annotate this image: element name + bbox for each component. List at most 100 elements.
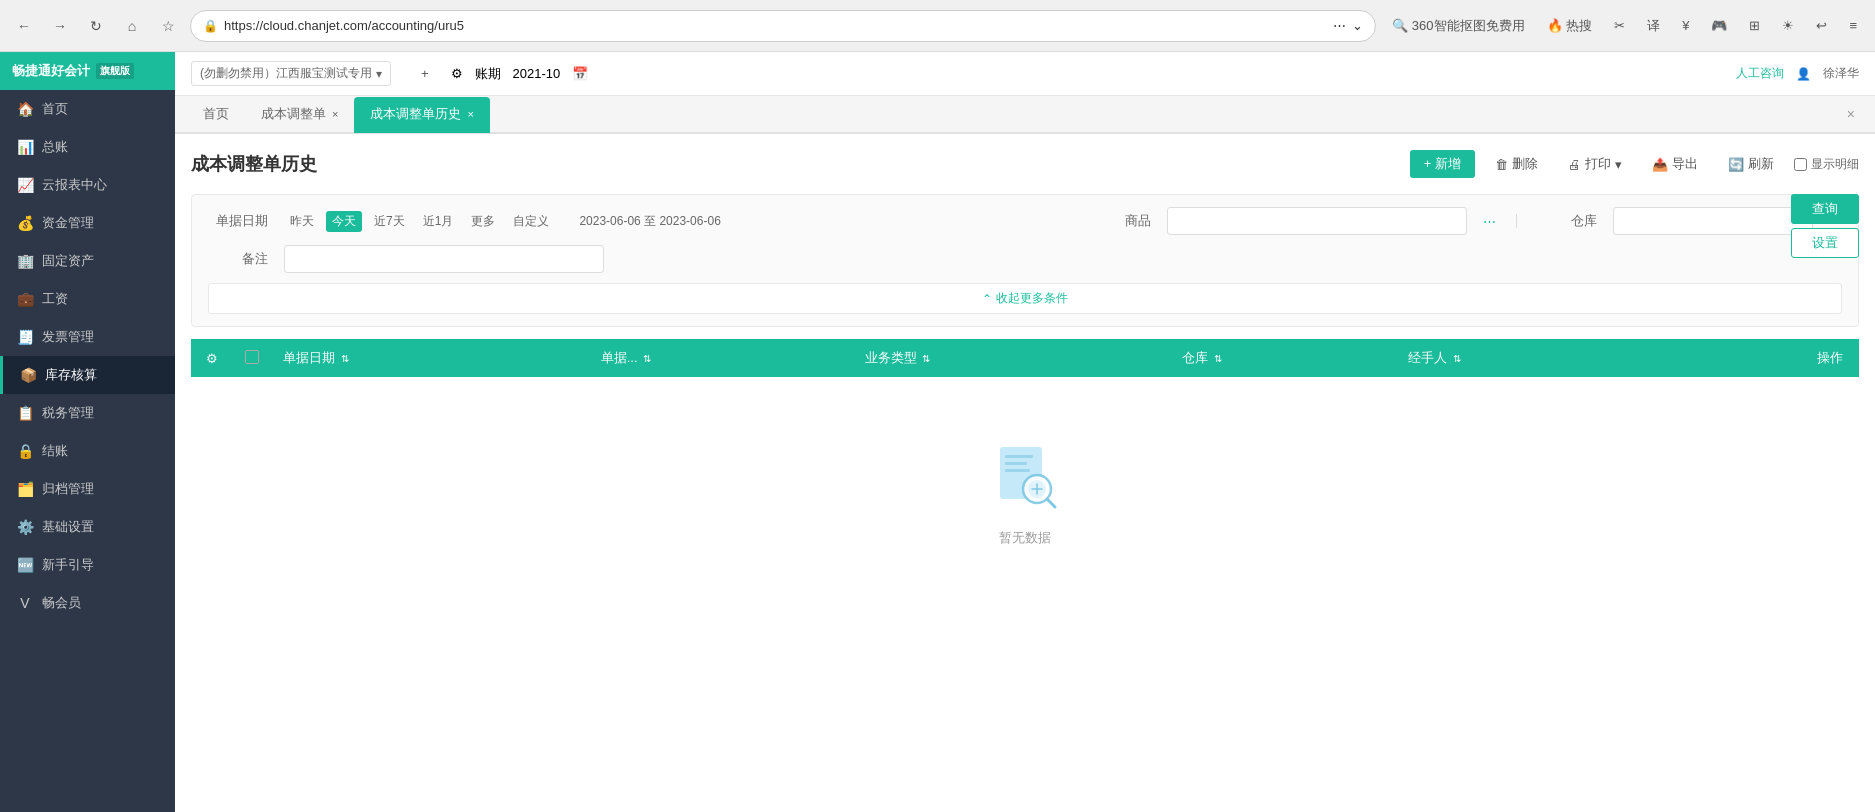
th-handler[interactable]: 经手人 ⇅ <box>1396 339 1668 377</box>
th-date-sort-icon[interactable]: ⇅ <box>341 353 349 364</box>
th-doc-sort-icon[interactable]: ⇅ <box>643 353 651 364</box>
th-date[interactable]: 单据日期 ⇅ <box>271 339 589 377</box>
query-btn[interactable]: 查询 <box>1791 194 1859 224</box>
tab-cost-adjust[interactable]: 成本调整单 × <box>245 97 354 133</box>
sidebar-item-invoice[interactable]: 🧾 发票管理 <box>0 318 175 356</box>
tab-cost-adjust-label: 成本调整单 <box>261 105 326 123</box>
export-btn[interactable]: 📤 导出 <box>1642 150 1708 178</box>
th-handler-sort-icon[interactable]: ⇅ <box>1453 353 1461 364</box>
goods-more-icon[interactable]: ⋯ <box>1483 214 1496 229</box>
print-label: 打印 <box>1585 155 1611 173</box>
sidebar-item-reports[interactable]: 📈 云报表中心 <box>0 166 175 204</box>
sidebar-item-label: 新手引导 <box>42 556 94 574</box>
th-settings[interactable]: ⚙ <box>191 339 233 377</box>
remark-filter-label: 备注 <box>208 250 268 268</box>
sidebar-item-vip[interactable]: V 畅会员 <box>0 584 175 622</box>
page-close-all-btn[interactable]: × <box>1839 106 1863 122</box>
date-filter-label: 单据日期 <box>208 212 268 230</box>
wallet-btn[interactable]: ¥ <box>1674 14 1697 37</box>
tab-home-label: 首页 <box>203 105 229 123</box>
tab-cost-adjust-close[interactable]: × <box>332 108 338 120</box>
address-bar[interactable]: 🔒 https://cloud.chanjet.com/accounting/u… <box>190 10 1376 42</box>
display-toggle-checkbox[interactable] <box>1794 158 1807 171</box>
divider1 <box>1516 214 1517 228</box>
theme-btn[interactable]: ☀ <box>1774 14 1802 37</box>
sidebar-item-close-period[interactable]: 🔒 结账 <box>0 432 175 470</box>
column-settings-icon[interactable]: ⚙ <box>203 349 221 367</box>
sidebar-item-archive[interactable]: 🗂️ 归档管理 <box>0 470 175 508</box>
refresh-btn[interactable]: 🔄 刷新 <box>1718 150 1784 178</box>
grid-btn[interactable]: ⊞ <box>1741 14 1768 37</box>
remark-filter-input[interactable] <box>284 245 604 273</box>
back-button[interactable]: ← <box>10 12 38 40</box>
dropdown-icon: ⋯ <box>1333 18 1346 33</box>
sidebar-item-funds[interactable]: 💰 资金管理 <box>0 204 175 242</box>
sidebar-item-home[interactable]: 🏠 首页 <box>0 90 175 128</box>
hot-search-btn[interactable]: 🔥 热搜 <box>1539 13 1601 39</box>
th-checkbox[interactable] <box>233 339 271 377</box>
tab-home[interactable]: 首页 <box>187 97 245 133</box>
sidebar-item-assets[interactable]: 🏢 固定资产 <box>0 242 175 280</box>
th-warehouse-sort-icon[interactable]: ⇅ <box>1214 353 1222 364</box>
search-tool-btn[interactable]: 🔍 360智能抠图免费用 <box>1384 13 1532 39</box>
top-bar-middle: + ⚙ 账期 2021-10 📅 <box>411 61 1736 86</box>
period-label: 账期 <box>475 65 501 83</box>
undo-btn[interactable]: ↩ <box>1808 14 1835 37</box>
sidebar-item-label: 首页 <box>42 100 68 118</box>
scissors-btn[interactable]: ✂ <box>1606 14 1633 37</box>
collapse-bar[interactable]: ⌃ 收起更多条件 <box>208 283 1842 314</box>
sidebar-item-ledger[interactable]: 📊 总账 <box>0 128 175 166</box>
shortcut-more[interactable]: 更多 <box>465 211 501 232</box>
print-arrow: ▾ <box>1615 157 1622 172</box>
new-btn[interactable]: + 新增 <box>1410 150 1475 178</box>
th-biz-sort-icon[interactable]: ⇅ <box>922 353 930 364</box>
print-btn[interactable]: 🖨 打印 ▾ <box>1558 150 1632 178</box>
settings-wheel-icon: ⚙ <box>451 66 463 81</box>
sidebar-item-guide[interactable]: 🆕 新手引导 <box>0 546 175 584</box>
forward-button[interactable]: → <box>46 12 74 40</box>
th-biz-type[interactable]: 业务类型 ⇅ <box>853 339 1171 377</box>
tab-cost-adjust-history-label: 成本调整单历史 <box>370 105 461 123</box>
ledger-icon: 📊 <box>16 139 34 155</box>
sidebar-item-tax[interactable]: 📋 税务管理 <box>0 394 175 432</box>
sidebar-item-salary[interactable]: 💼 工资 <box>0 280 175 318</box>
goods-filter-input[interactable] <box>1167 207 1467 235</box>
collapse-arrow-icon: ⌃ <box>982 292 992 306</box>
add-company-btn[interactable]: + <box>411 61 439 86</box>
th-doc-no[interactable]: 单据... ⇅ <box>589 339 853 377</box>
shortcut-yesterday[interactable]: 昨天 <box>284 211 320 232</box>
sidebar-logo: 畅捷通好会计 旗舰版 <box>0 52 175 90</box>
logo-text: 畅捷通好会计 <box>12 62 90 80</box>
company-selector[interactable]: (勿删勿禁用）江西服宝测试专用 ▾ <box>191 61 391 86</box>
guide-icon: 🆕 <box>16 557 34 573</box>
delete-btn[interactable]: 🗑 删除 <box>1485 150 1548 178</box>
translate-btn[interactable]: 译 <box>1639 13 1668 39</box>
th-warehouse[interactable]: 仓库 ⇅ <box>1170 339 1396 377</box>
sidebar-item-settings[interactable]: ⚙️ 基础设置 <box>0 508 175 546</box>
export-icon: 📤 <box>1652 157 1668 172</box>
main-content: (勿删勿禁用）江西服宝测试专用 ▾ + ⚙ 账期 2021-10 📅 人工咨询 … <box>175 52 1875 812</box>
th-doc-no-label: 单据... <box>601 350 638 365</box>
menu-btn[interactable]: ≡ <box>1841 14 1865 37</box>
bookmark-button[interactable]: ☆ <box>154 12 182 40</box>
page-actions: + 新增 🗑 删除 🖨 打印 ▾ 📤 导出 🔄 <box>1410 150 1859 178</box>
game-btn[interactable]: 🎮 <box>1703 14 1735 37</box>
svg-rect-3 <box>1005 469 1030 472</box>
close-period-icon: 🔒 <box>16 443 34 459</box>
help-btn[interactable]: 人工咨询 <box>1736 65 1784 82</box>
select-all-checkbox[interactable] <box>245 350 259 364</box>
assets-icon: 🏢 <box>16 253 34 269</box>
refresh-button[interactable]: ↻ <box>82 12 110 40</box>
shortcut-custom[interactable]: 自定义 <box>507 211 555 232</box>
tab-cost-adjust-history[interactable]: 成本调整单历史 × <box>354 97 489 133</box>
shortcut-today[interactable]: 今天 <box>326 211 362 232</box>
home-button[interactable]: ⌂ <box>118 12 146 40</box>
warehouse-filter-input[interactable] <box>1613 207 1813 235</box>
setting-btn[interactable]: 设置 <box>1791 228 1859 258</box>
sidebar-item-inventory[interactable]: 📦 库存核算 <box>0 356 175 394</box>
salary-icon: 💼 <box>16 291 34 307</box>
shortcut-7days[interactable]: 近7天 <box>368 211 411 232</box>
shortcut-1month[interactable]: 近1月 <box>417 211 460 232</box>
tab-cost-adjust-history-close[interactable]: × <box>467 108 473 120</box>
display-toggle[interactable]: 显示明细 <box>1794 156 1859 173</box>
